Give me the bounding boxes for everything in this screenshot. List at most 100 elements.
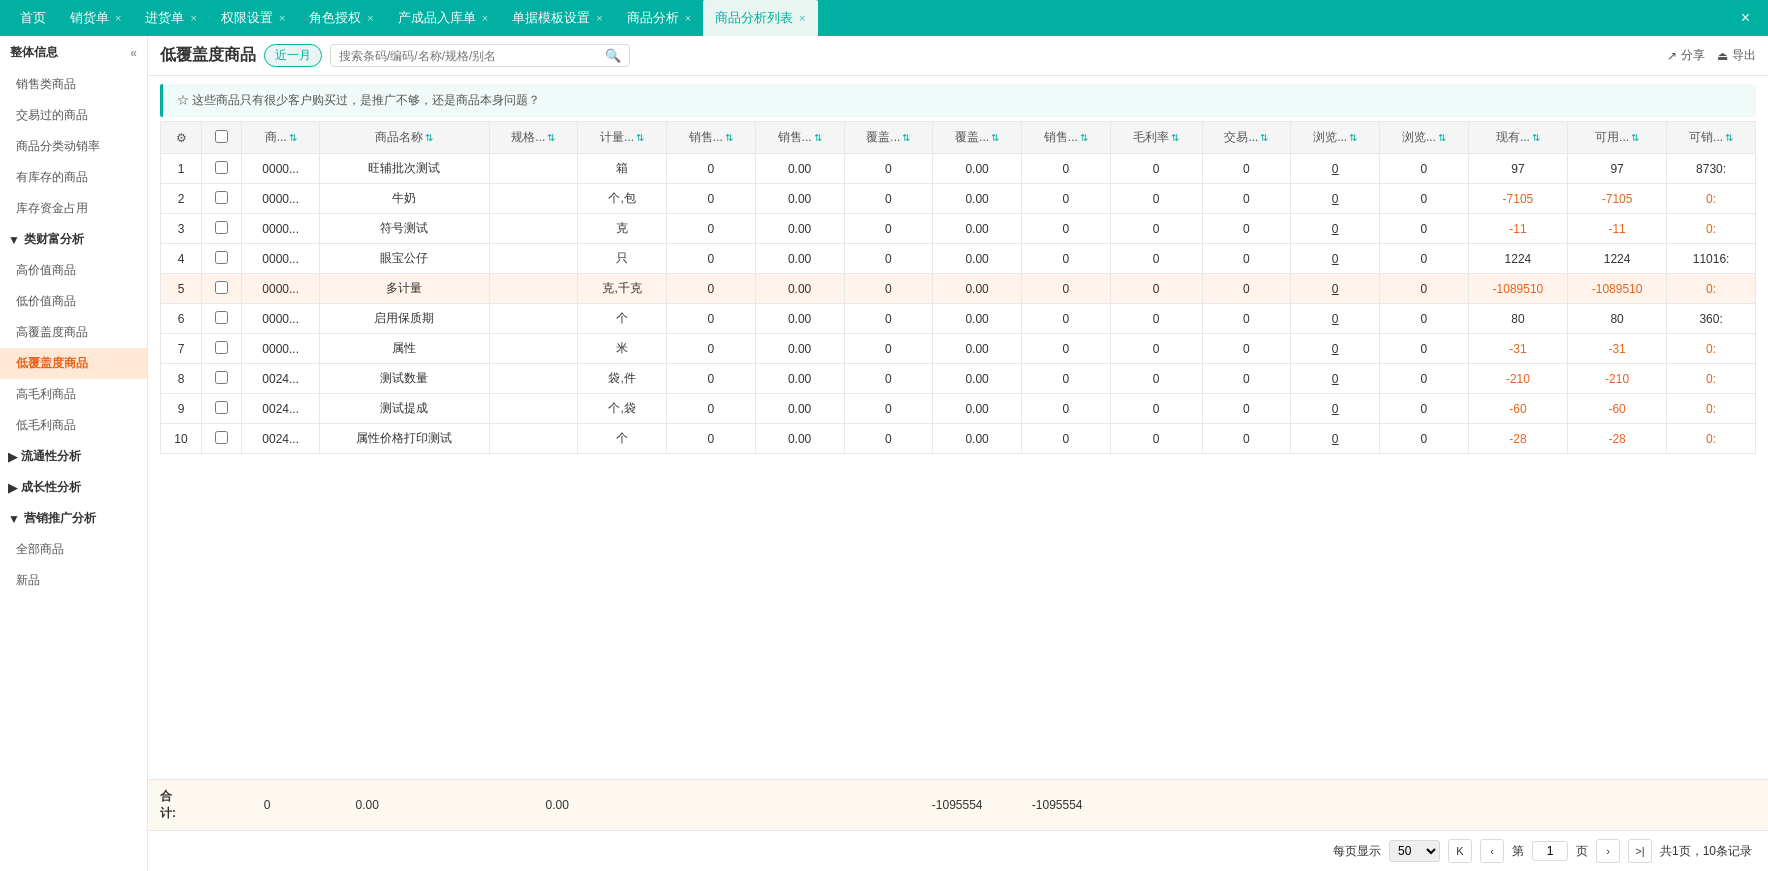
row-checkbox[interactable] (202, 304, 242, 334)
nav-analysis[interactable]: 商品分析 × (615, 0, 703, 36)
row-view1[interactable]: 0 (1291, 334, 1380, 364)
window-close-button[interactable]: × (1731, 9, 1760, 27)
col-cover1[interactable]: 覆盖...⇅ (844, 122, 933, 154)
nav-permissions[interactable]: 权限设置 × (209, 0, 297, 36)
row-view1[interactable]: 0 (1291, 244, 1380, 274)
row-code: 0000... (242, 154, 319, 184)
row-checkbox[interactable] (202, 214, 242, 244)
nav-sales[interactable]: 销货单 × (58, 0, 133, 36)
share-button[interactable]: ↗ 分享 (1667, 47, 1705, 64)
col-name[interactable]: 商品名称⇅ (319, 122, 489, 154)
search-input[interactable] (339, 49, 605, 63)
col-sales2[interactable]: 销售...⇅ (755, 122, 844, 154)
row-view1[interactable]: 0 (1291, 394, 1380, 424)
close-icon[interactable]: × (115, 12, 121, 24)
col-current[interactable]: 现有...⇅ (1468, 122, 1567, 154)
sidebar-item-high-coverage[interactable]: 高覆盖度商品 (0, 317, 147, 348)
row-view1[interactable]: 0 (1291, 424, 1380, 454)
filter-recent-month-button[interactable]: 近一月 (264, 44, 322, 67)
row-select-checkbox[interactable] (215, 341, 228, 354)
select-all-checkbox[interactable] (215, 130, 228, 143)
sidebar-item-sales-products[interactable]: 销售类商品 (0, 69, 147, 100)
row-checkbox[interactable] (202, 364, 242, 394)
row-view1[interactable]: 0 (1291, 154, 1380, 184)
nav-template[interactable]: 单据模板设置 × (500, 0, 614, 36)
sidebar-item-traded-products[interactable]: 交易过的商品 (0, 100, 147, 131)
col-code[interactable]: 商...⇅ (242, 122, 319, 154)
last-page-button[interactable]: >| (1628, 839, 1652, 863)
row-checkbox[interactable] (202, 334, 242, 364)
row-code: 0024... (242, 424, 319, 454)
sidebar-item-all-products[interactable]: 全部商品 (0, 534, 147, 565)
sidebar-item-low-gross[interactable]: 低毛利商品 (0, 410, 147, 441)
col-sales1[interactable]: 销售...⇅ (667, 122, 756, 154)
row-select-checkbox[interactable] (215, 281, 228, 294)
checkbox-column-header[interactable] (202, 122, 242, 154)
row-view1[interactable]: 0 (1291, 274, 1380, 304)
close-icon[interactable]: × (190, 12, 196, 24)
sidebar-overview-header[interactable]: 整体信息 « (0, 36, 147, 69)
row-checkbox[interactable] (202, 394, 242, 424)
row-select-checkbox[interactable] (215, 431, 228, 444)
close-icon[interactable]: × (685, 12, 691, 24)
row-select-checkbox[interactable] (215, 251, 228, 264)
row-select-checkbox[interactable] (215, 221, 228, 234)
first-page-button[interactable]: K (1448, 839, 1472, 863)
sidebar-item-stock-value[interactable]: 库存资金占用 (0, 193, 147, 224)
row-view1[interactable]: 0 (1291, 184, 1380, 214)
sidebar-group-quality[interactable]: ▼ 类财富分析 (0, 224, 147, 255)
sidebar-item-high-gross[interactable]: 高毛利商品 (0, 379, 147, 410)
col-trade[interactable]: 交易...⇅ (1202, 122, 1291, 154)
row-select-checkbox[interactable] (215, 401, 228, 414)
sidebar-group-flow[interactable]: ▶ 流通性分析 (0, 441, 147, 472)
row-view1[interactable]: 0 (1291, 214, 1380, 244)
data-table-wrapper[interactable]: ⚙ 商...⇅ 商品名称⇅ 规格...⇅ 计量...⇅ 销售...⇅ 销售...… (160, 121, 1756, 779)
row-select-checkbox[interactable] (215, 191, 228, 204)
row-checkbox[interactable] (202, 274, 242, 304)
nav-production[interactable]: 产成品入库单 × (386, 0, 500, 36)
page-number-input[interactable] (1532, 841, 1568, 861)
next-page-button[interactable]: › (1596, 839, 1620, 863)
row-select-checkbox[interactable] (215, 311, 228, 324)
close-icon[interactable]: × (367, 12, 373, 24)
close-icon[interactable]: × (596, 12, 602, 24)
col-view1[interactable]: 浏览...⇅ (1291, 122, 1380, 154)
row-view1[interactable]: 0 (1291, 304, 1380, 334)
sidebar-group-growth[interactable]: ▶ 成长性分析 (0, 472, 147, 503)
col-sales3[interactable]: 销售...⇅ (1022, 122, 1111, 154)
row-code: 0000... (242, 304, 319, 334)
row-select-checkbox[interactable] (215, 161, 228, 174)
sidebar-group-marketing[interactable]: ▼ 营销推广分析 (0, 503, 147, 534)
col-view2[interactable]: 浏览...⇅ (1380, 122, 1469, 154)
col-spec[interactable]: 规格...⇅ (489, 122, 578, 154)
export-button[interactable]: ⏏ 导出 (1717, 47, 1756, 64)
col-unit[interactable]: 计量...⇅ (578, 122, 667, 154)
nav-home[interactable]: 首页 (8, 0, 58, 36)
sidebar-item-category-rate[interactable]: 商品分类动销率 (0, 131, 147, 162)
col-gross[interactable]: 毛利率⇅ (1110, 122, 1202, 154)
collapse-icon[interactable]: « (130, 46, 137, 60)
sidebar-item-new-products[interactable]: 新品 (0, 565, 147, 596)
prev-page-button[interactable]: ‹ (1480, 839, 1504, 863)
settings-column-header[interactable]: ⚙ (161, 122, 202, 154)
close-icon[interactable]: × (799, 12, 805, 24)
nav-analysis-list[interactable]: 商品分析列表 × (703, 0, 817, 36)
col-sellable[interactable]: 可销...⇅ (1667, 122, 1756, 154)
nav-purchase[interactable]: 进货单 × (133, 0, 208, 36)
nav-roles[interactable]: 角色授权 × (297, 0, 385, 36)
row-checkbox[interactable] (202, 154, 242, 184)
col-cover2[interactable]: 覆盖...⇅ (933, 122, 1022, 154)
row-checkbox[interactable] (202, 244, 242, 274)
row-checkbox[interactable] (202, 184, 242, 214)
close-icon[interactable]: × (482, 12, 488, 24)
sidebar-item-low-coverage[interactable]: 低覆盖度商品 (0, 348, 147, 379)
row-view1[interactable]: 0 (1291, 364, 1380, 394)
sidebar-item-low-value[interactable]: 低价值商品 (0, 286, 147, 317)
row-select-checkbox[interactable] (215, 371, 228, 384)
sidebar-item-in-stock[interactable]: 有库存的商品 (0, 162, 147, 193)
col-available[interactable]: 可用...⇅ (1568, 122, 1667, 154)
page-size-select[interactable]: 50 20 100 (1389, 840, 1440, 862)
sidebar-item-high-value[interactable]: 高价值商品 (0, 255, 147, 286)
row-checkbox[interactable] (202, 424, 242, 454)
close-icon[interactable]: × (279, 12, 285, 24)
